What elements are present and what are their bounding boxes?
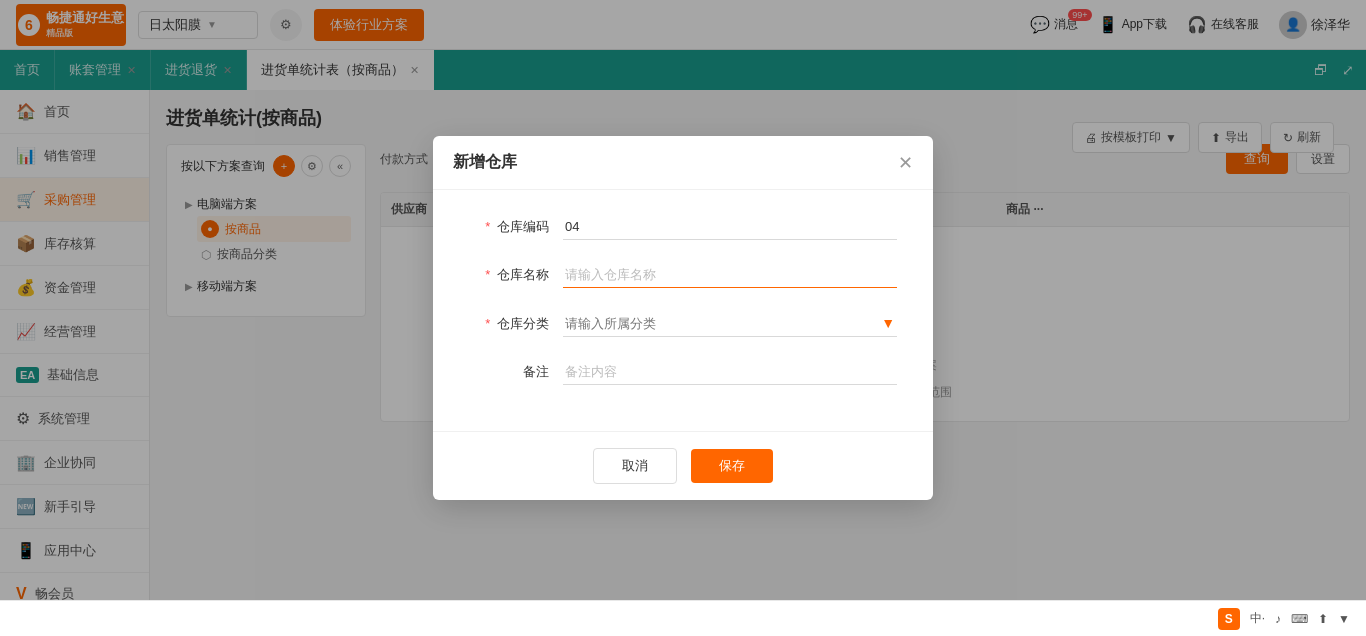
code-required-marker: * xyxy=(485,219,490,234)
form-row-name: * 仓库名称 xyxy=(469,262,897,288)
name-required-marker: * xyxy=(485,267,490,282)
code-label: * 仓库编码 xyxy=(469,218,549,236)
modal-overlay: 新增仓库 ✕ * 仓库编码 * 仓库名称 xyxy=(0,0,1366,636)
name-label: * 仓库名称 xyxy=(469,266,549,284)
modal-header: 新增仓库 ✕ xyxy=(433,136,933,190)
category-label: * 仓库分类 xyxy=(469,315,549,333)
new-warehouse-modal: 新增仓库 ✕ * 仓库编码 * 仓库名称 xyxy=(433,136,933,500)
warehouse-code-input[interactable] xyxy=(563,214,897,240)
modal-body: * 仓库编码 * 仓库名称 * 仓库分类 xyxy=(433,190,933,431)
s-logo-icon: S xyxy=(1218,608,1240,630)
form-row-remark: 备注 xyxy=(469,359,897,385)
bottom-upload-button[interactable]: ⬆ xyxy=(1318,612,1328,626)
remark-input[interactable] xyxy=(563,359,897,385)
form-row-code: * 仓库编码 xyxy=(469,214,897,240)
warehouse-name-input[interactable] xyxy=(563,262,897,288)
modal-title: 新增仓库 xyxy=(453,152,517,173)
bottom-keyboard-button[interactable]: ⌨ xyxy=(1291,612,1308,626)
modal-close-button[interactable]: ✕ xyxy=(898,154,913,172)
form-row-category: * 仓库分类 ▼ xyxy=(469,310,897,337)
bottom-audio-button[interactable]: ♪ xyxy=(1275,612,1281,626)
save-button[interactable]: 保存 xyxy=(691,449,773,483)
bottom-logo: S xyxy=(1218,608,1240,630)
bottom-expand-button[interactable]: ▼ xyxy=(1338,612,1350,626)
modal-footer: 取消 保存 xyxy=(433,431,933,500)
category-input[interactable] xyxy=(565,316,881,331)
cancel-button[interactable]: 取消 xyxy=(593,448,677,484)
remark-label: 备注 xyxy=(469,363,549,381)
category-required-marker: * xyxy=(485,316,490,331)
category-select-wrap[interactable]: ▼ xyxy=(563,310,897,337)
bottom-language-button[interactable]: 中· xyxy=(1250,610,1265,627)
bottombar: S 中· ♪ ⌨ ⬆ ▼ xyxy=(0,600,1366,636)
category-dropdown-icon[interactable]: ▼ xyxy=(881,315,895,331)
